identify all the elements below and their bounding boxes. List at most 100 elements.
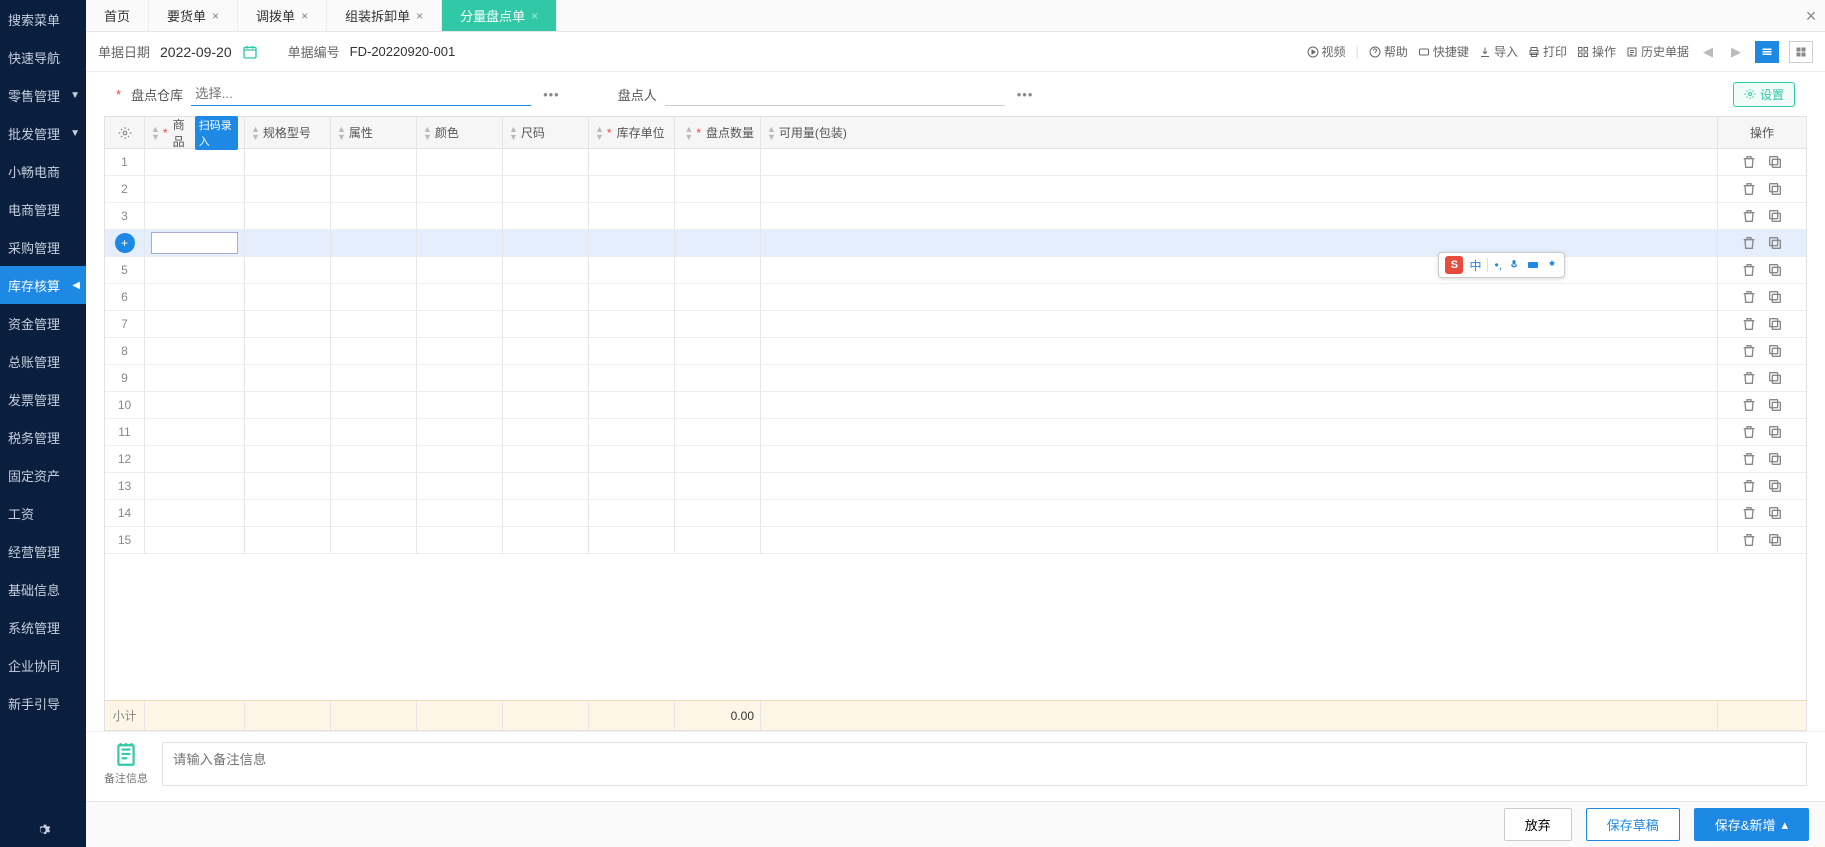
sidebar-item-4[interactable]: 小畅电商 [0,152,86,190]
col-unit[interactable]: ▲▼*库存单位 [589,117,675,148]
sidebar-item-14[interactable]: 经营管理 [0,532,86,570]
sidebar-item-17[interactable]: 企业协同 [0,646,86,684]
sidebar-item-8[interactable]: 资金管理 [0,304,86,342]
ime-keyboard-icon[interactable] [1526,259,1540,271]
table-row[interactable]: 3 [105,203,1806,230]
sidebar-item-11[interactable]: 税务管理 [0,418,86,456]
sidebar-item-9[interactable]: 总账管理 [0,342,86,380]
copy-icon[interactable] [1767,181,1783,197]
delete-icon[interactable] [1741,235,1757,251]
sidebar-item-5[interactable]: 电商管理 [0,190,86,228]
col-size[interactable]: ▲▼尺码 [503,117,589,148]
copy-icon[interactable] [1767,451,1783,467]
table-row[interactable]: 11 [105,419,1806,446]
table-row[interactable]: 1 [105,149,1806,176]
sidebar-item-2[interactable]: 零售管理▼ [0,76,86,114]
nav-prev[interactable]: ◀ [1699,44,1717,60]
table-row[interactable]: 9 [105,365,1806,392]
sidebar-item-15[interactable]: 基础信息 [0,570,86,608]
table-row[interactable]: 2 [105,176,1806,203]
delete-icon[interactable] [1741,478,1757,494]
sidebar-item-10[interactable]: 发票管理 [0,380,86,418]
remark-input[interactable] [162,742,1807,786]
sidebar-item-12[interactable]: 固定资产 [0,456,86,494]
table-row[interactable]: 13 [105,473,1806,500]
sidebar-item-0[interactable]: 搜索菜单 [0,0,86,38]
delete-icon[interactable] [1741,451,1757,467]
copy-icon[interactable] [1767,478,1783,494]
tab-1[interactable]: 要货单× [149,0,238,31]
calendar-icon[interactable] [242,44,258,60]
product-cell-input[interactable] [151,232,238,254]
delete-icon[interactable] [1741,397,1757,413]
view-list[interactable] [1755,41,1779,63]
save-draft-button[interactable]: 保存草稿 [1586,808,1680,841]
close-icon[interactable]: × [531,9,538,23]
table-row[interactable]: 6 [105,284,1806,311]
sidebar-item-18[interactable]: 新手引导 [0,684,86,722]
copy-icon[interactable] [1767,262,1783,278]
nav-next[interactable]: ▶ [1727,44,1745,60]
tab-4[interactable]: 分量盘点单× [442,0,557,31]
ime-toolbar[interactable]: S 中 •, [1438,252,1565,278]
close-icon[interactable]: × [416,9,423,23]
delete-icon[interactable] [1741,181,1757,197]
toolbar-help[interactable]: 帮助 [1369,43,1408,60]
discard-button[interactable]: 放弃 [1504,808,1572,841]
table-row[interactable]: 10 [105,392,1806,419]
toolbar-operate[interactable]: 操作 [1577,43,1616,60]
table-row[interactable]: 15 [105,527,1806,554]
toolbar-video[interactable]: 视频 [1307,43,1346,60]
delete-icon[interactable] [1741,424,1757,440]
col-spec[interactable]: ▲▼规格型号 [245,117,331,148]
toolbar-print[interactable]: 打印 [1528,43,1567,60]
delete-icon[interactable] [1741,208,1757,224]
copy-icon[interactable] [1767,316,1783,332]
tab-3[interactable]: 组装拆卸单× [327,0,442,31]
save-new-button[interactable]: 保存&新增▴ [1694,808,1809,841]
col-avail[interactable]: ▲▼可用量(包装) [761,117,1718,148]
table-row[interactable]: 12 [105,446,1806,473]
copy-icon[interactable] [1767,424,1783,440]
copy-icon[interactable] [1767,397,1783,413]
copy-icon[interactable] [1767,208,1783,224]
col-qty[interactable]: ▲▼*盘点数量 [675,117,761,148]
tab-0[interactable]: 首页 [86,0,149,31]
copy-icon[interactable] [1767,370,1783,386]
delete-icon[interactable] [1741,343,1757,359]
date-value[interactable]: 2022-09-20 [160,44,232,60]
copy-icon[interactable] [1767,505,1783,521]
copy-icon[interactable] [1767,343,1783,359]
sidebar-item-3[interactable]: 批发管理▼ [0,114,86,152]
toolbar-import[interactable]: 导入 [1479,43,1518,60]
add-row-button[interactable]: + [115,233,135,253]
toolbar-history[interactable]: 历史单据 [1626,43,1689,60]
copy-icon[interactable] [1767,532,1783,548]
person-input[interactable] [665,82,1005,106]
sidebar-item-7[interactable]: 库存核算◀ [0,266,86,304]
sidebar-item-13[interactable]: 工资 [0,494,86,532]
close-all-tabs[interactable]: × [1797,0,1825,32]
ime-punct-icon[interactable]: •, [1494,258,1502,272]
col-color[interactable]: ▲▼颜色 [417,117,503,148]
toolbar-shortcut[interactable]: 快捷键 [1418,43,1469,60]
delete-icon[interactable] [1741,316,1757,332]
warehouse-input[interactable] [191,82,531,106]
delete-icon[interactable] [1741,154,1757,170]
col-attr[interactable]: ▲▼属性 [331,117,417,148]
delete-icon[interactable] [1741,532,1757,548]
close-icon[interactable]: × [212,9,219,23]
copy-icon[interactable] [1767,235,1783,251]
delete-icon[interactable] [1741,262,1757,278]
sidebar-settings[interactable] [0,813,86,847]
person-lookup[interactable]: ••• [1017,87,1034,102]
ime-settings-icon[interactable] [1546,259,1558,271]
col-product[interactable]: ▲▼*商品扫码录入 [145,117,245,148]
settings-button[interactable]: 设置 [1733,82,1795,107]
sidebar-item-6[interactable]: 采购管理 [0,228,86,266]
sidebar-item-1[interactable]: 快速导航 [0,38,86,76]
copy-icon[interactable] [1767,154,1783,170]
tab-2[interactable]: 调拨单× [238,0,327,31]
delete-icon[interactable] [1741,505,1757,521]
ime-lang[interactable]: 中 [1469,257,1481,274]
